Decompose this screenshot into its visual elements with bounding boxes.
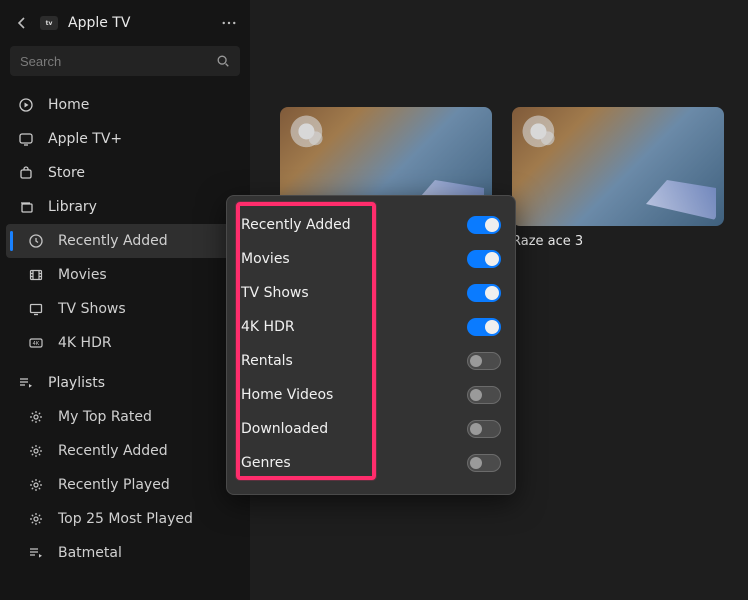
gear-icon (28, 443, 44, 459)
playlists-list: My Top Rated Recently Added Recently Pla… (0, 400, 250, 570)
back-icon[interactable] (14, 15, 30, 31)
search-box[interactable] (10, 46, 240, 76)
library-filter-popover: Recently Added Movies TV Shows 4K HDR Rental… (226, 195, 516, 495)
film-icon (28, 267, 44, 283)
app-title: Apple TV (68, 15, 212, 31)
library-4khdr[interactable]: 4K 4K HDR (0, 326, 250, 360)
filter-label: Downloaded (241, 421, 328, 437)
more-icon[interactable] (222, 16, 236, 30)
thumb-image (512, 107, 724, 226)
filter-toggle[interactable] (467, 318, 501, 336)
thumb-caption: Raze ace 3 (512, 234, 724, 249)
filter-toggle[interactable] (467, 216, 501, 234)
bag-icon (18, 165, 34, 181)
nav-home[interactable]: Home (0, 88, 250, 122)
playlist-item-icon (28, 545, 44, 561)
filter-label: Genres (241, 455, 291, 471)
nav-label: Library (48, 199, 222, 215)
gear-icon (28, 409, 44, 425)
nav-label: Apple TV+ (48, 131, 236, 147)
playlist-batmetal[interactable]: Batmetal (0, 536, 250, 570)
playlist-top25[interactable]: Top 25 Most Played (0, 502, 250, 536)
library-movies[interactable]: Movies (0, 258, 250, 292)
library-list: Recently Added Movies TV Shows 4K (0, 224, 250, 360)
primary-nav: Home Apple TV+ Store Library (0, 86, 250, 572)
library-tvshows[interactable]: TV Shows (0, 292, 250, 326)
filter-label: TV Shows (241, 285, 309, 301)
gear-icon (28, 511, 44, 527)
playlist-recently-added[interactable]: Recently Added (0, 434, 250, 468)
svg-text:4K: 4K (33, 341, 40, 347)
playlist-recently-played[interactable]: Recently Played (0, 468, 250, 502)
clock-icon (28, 233, 44, 249)
playlists-header[interactable]: Playlists (0, 366, 250, 400)
app-icon: tv (40, 16, 58, 30)
monitor-icon (28, 301, 44, 317)
nav-label: Playlists (48, 375, 222, 391)
4k-icon: 4K (28, 335, 44, 351)
filter-row: Genres (241, 446, 501, 480)
filter-toggle[interactable] (467, 352, 501, 370)
titlebar: tv Apple TV (0, 4, 250, 40)
play-circle-icon (18, 97, 34, 113)
library-icon (18, 199, 34, 215)
search-icon (216, 54, 230, 68)
nav-label: My Top Rated (58, 409, 152, 425)
filter-toggle[interactable] (467, 284, 501, 302)
filter-row: Home Videos (241, 378, 501, 412)
filter-toggle[interactable] (467, 420, 501, 438)
playlist-icon (18, 375, 34, 391)
filter-label: Rentals (241, 353, 293, 369)
tv-icon (18, 131, 34, 147)
filter-row: Rentals (241, 344, 501, 378)
filter-row: Downloaded (241, 412, 501, 446)
filter-row: Recently Added (241, 208, 501, 242)
nav-label: 4K HDR (58, 335, 112, 351)
search-input[interactable] (20, 54, 216, 69)
sidebar: tv Apple TV Home (0, 0, 250, 600)
filter-row: TV Shows (241, 276, 501, 310)
gear-icon (28, 477, 44, 493)
video-thumb[interactable]: Raze ace 3 (512, 107, 724, 249)
nav-label: Movies (58, 267, 107, 283)
filter-label: Recently Added (241, 217, 351, 233)
nav-appletvplus[interactable]: Apple TV+ (0, 122, 250, 156)
filter-row: Movies (241, 242, 501, 276)
nav-label: Top 25 Most Played (58, 511, 193, 527)
library-recently-added[interactable]: Recently Added (6, 224, 244, 258)
nav-label: TV Shows (58, 301, 126, 317)
nav-label: Recently Added (58, 233, 168, 249)
nav-label: Recently Added (58, 443, 168, 459)
filter-toggle[interactable] (467, 454, 501, 472)
filter-row: 4K HDR (241, 310, 501, 344)
playlist-top-rated[interactable]: My Top Rated (0, 400, 250, 434)
filter-toggle[interactable] (467, 250, 501, 268)
nav-label: Home (48, 97, 236, 113)
filter-label: 4K HDR (241, 319, 295, 335)
filter-label: Movies (241, 251, 290, 267)
nav-label: Batmetal (58, 545, 122, 561)
filter-label: Home Videos (241, 387, 333, 403)
nav-label: Store (48, 165, 236, 181)
nav-label: Recently Played (58, 477, 170, 493)
filter-toggle[interactable] (467, 386, 501, 404)
nav-store[interactable]: Store (0, 156, 250, 190)
library-header[interactable]: Library (0, 190, 250, 224)
